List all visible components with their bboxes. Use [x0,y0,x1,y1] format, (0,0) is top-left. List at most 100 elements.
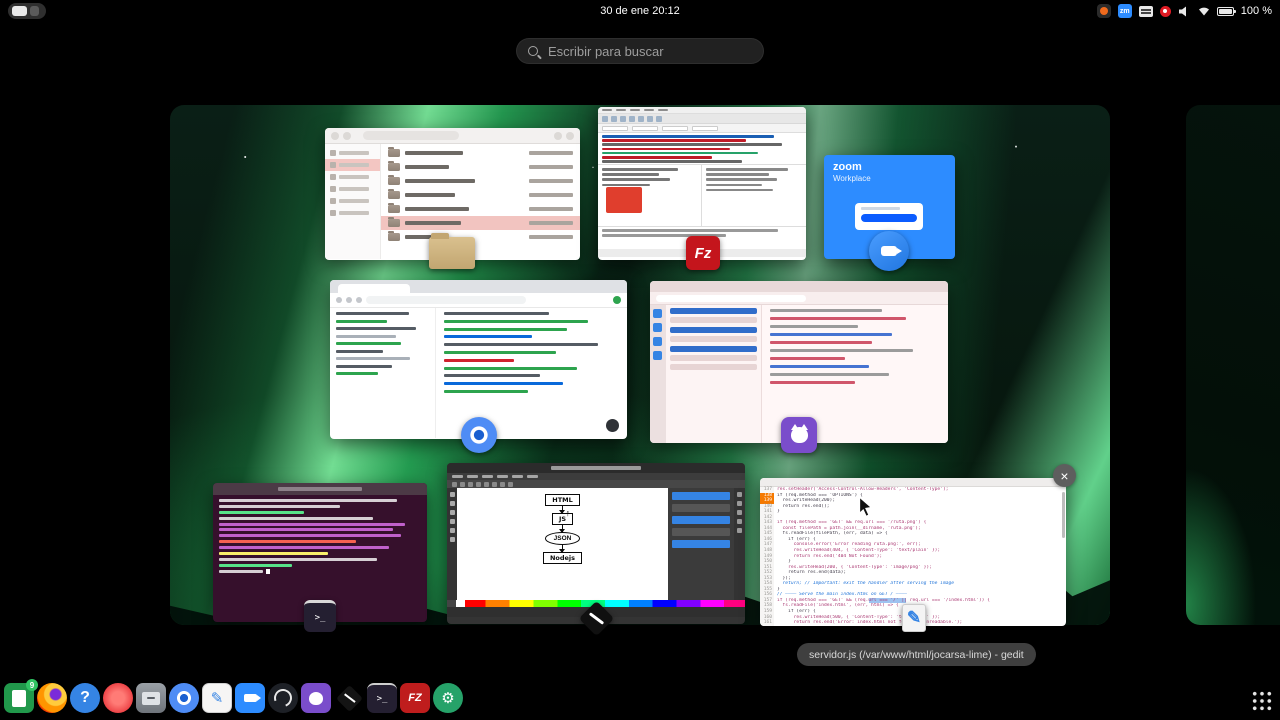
zoom-app-icon [869,231,909,271]
folder-icon [388,147,400,157]
dock-item-github-desktop[interactable] [301,683,331,713]
terminal-line [219,546,389,550]
file-row [381,230,580,244]
dock-item-terminal[interactable]: >_ [367,683,397,713]
filezilla-toolbar [598,114,806,124]
window-chromium[interactable] [330,280,627,439]
arrow-connector [559,525,566,533]
scrollbar[interactable] [1062,492,1065,538]
browser-tabstrip [330,280,627,293]
flow-diagram: HTML ↑ JS JSON Nodejs [542,488,583,600]
volume-icon [1178,6,1186,16]
chromium-app-icon [461,417,497,453]
github-app-icon [781,417,817,453]
top-bar: 30 de ene 20:12 zm 100 % [0,0,1280,22]
reload-icon [356,297,362,303]
snap-rail [734,488,745,600]
dock-item-green-app[interactable]: 9 [4,679,38,713]
octocat-icon [309,691,323,705]
dock-item-files[interactable] [136,683,166,713]
arrow-connector [559,506,566,514]
clock[interactable]: 30 de ene 20:12 [0,0,1280,22]
battery-icon [1216,6,1236,16]
filezilla-menubar [598,107,806,114]
code-text: return res.end(); [777,503,830,509]
inkscape-canvas: HTML ↑ JS JSON Nodejs [457,488,668,600]
selected-item-block [606,187,642,213]
pencil-icon: ✎ [210,690,224,707]
dock-item-firefox[interactable] [37,683,67,713]
notification-badge: 9 [26,679,38,691]
zoom-signin-button [861,214,917,222]
search-input[interactable] [546,42,752,60]
dock-item-help[interactable]: ? [70,683,100,713]
dock-item-media-app[interactable] [103,683,133,713]
code-text: return res.end('Error: index.html not fo… [777,620,963,626]
terminal-line [219,528,393,532]
show-apps-button[interactable] [1251,690,1273,712]
file-row-selected [381,216,580,230]
file-row [381,174,580,188]
dock-item-settings[interactable]: ⚙ [433,683,463,713]
window-title-tooltip: servidor.js (/var/www/html/jocarsa-lime)… [797,643,1036,666]
file-tree-pane [330,308,436,438]
terminal-line [219,516,373,520]
file-row [381,202,580,216]
profile-avatar [613,296,621,304]
nav-forward-icon [343,131,351,140]
adjacent-workspace[interactable] [1186,105,1280,625]
folder-icon [388,231,400,241]
dock-item-zoom[interactable] [235,683,265,713]
files-list [381,144,580,259]
folder-icon [388,217,400,227]
terminal-line [219,499,397,502]
dock-item-inkscape[interactable] [334,683,364,713]
folder-icon [429,233,475,269]
dock-item-filezilla[interactable]: FZ [400,683,430,713]
line-number: 161 [760,620,774,626]
search-icon [528,46,538,56]
up-arrow: ↑ [565,508,571,518]
dock: 9 ? ✎ >_ FZ ⚙ [4,679,463,717]
inkscape-diamond-icon [335,684,363,712]
folder-icon [388,175,400,185]
close-window-button[interactable]: × [1053,464,1076,487]
battery-percent: 100 % [1240,5,1272,17]
files-headerbar [325,128,580,144]
filezilla-message-log [598,133,806,165]
floating-bubble [606,419,619,432]
diagram-node-html: HTML [545,494,580,506]
search-bar[interactable] [516,38,764,64]
dock-item-obs-studio[interactable] [268,683,298,713]
code-text: return; // Important: exit the handler a… [777,581,955,587]
dock-item-gedit[interactable]: ✎ [202,683,232,713]
filezilla-local-pane [598,165,702,226]
app-indicator-icon [1096,4,1111,18]
terminal-output [213,495,427,580]
folder-icon [388,189,400,199]
octocat-icon [790,424,808,443]
system-status-area[interactable]: zm 100 % [1096,0,1272,22]
file-row [381,160,580,174]
browser-tab [338,284,410,293]
folder-icon [388,161,400,171]
terminal-line [219,552,329,556]
forward-icon [346,297,352,303]
inkscape-diamond-icon [578,600,614,636]
zoom-logo: zoom [833,161,862,173]
icon-rail [650,305,666,443]
recording-indicator-icon [1159,5,1171,17]
terminal-line [219,540,357,544]
dock-item-chromium[interactable] [169,683,199,713]
close-icon: × [1060,467,1069,484]
inkscape-titlebar [447,463,745,473]
mouse-cursor [858,496,873,518]
sidebar-item [325,207,380,219]
arrow-connector [559,545,566,553]
terminal-line [219,534,401,538]
inkscape-toolbar [447,480,745,488]
terminal-line [219,522,405,526]
sidebar-item [325,147,380,159]
inkscape-app-icon [576,598,616,638]
prompt-glyph: >_ [376,694,388,704]
